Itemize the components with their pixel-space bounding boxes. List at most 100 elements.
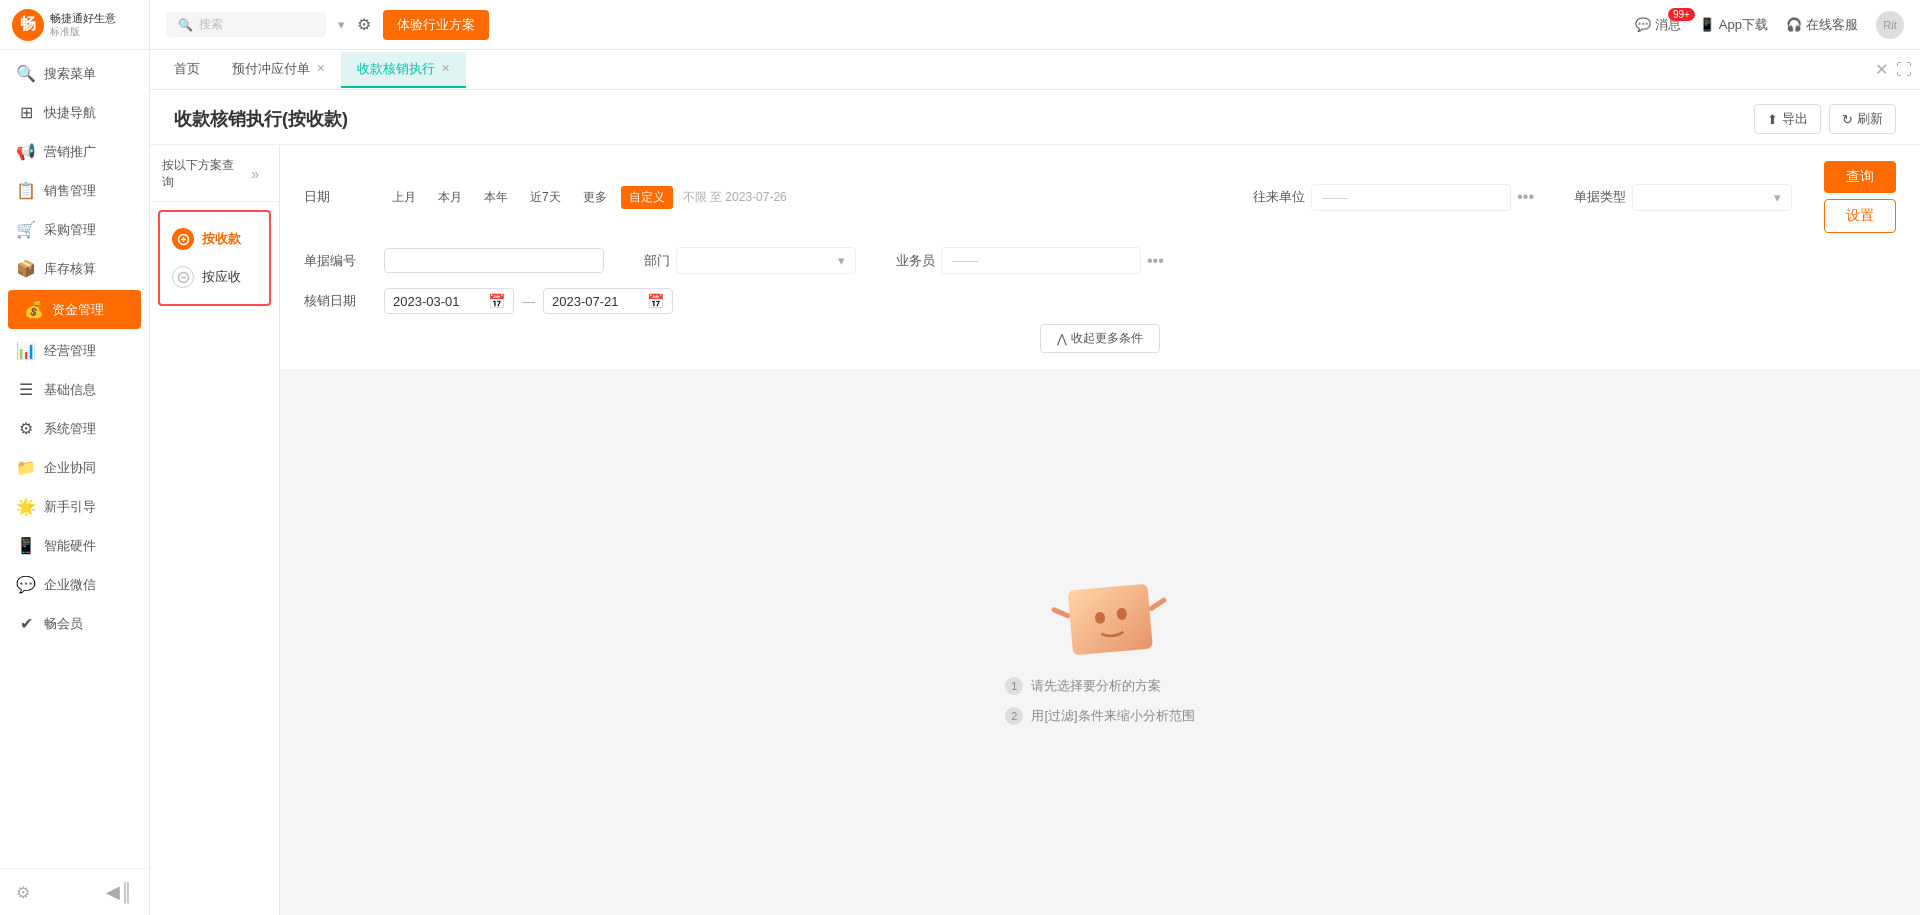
collapse-sidebar-btn[interactable]: ◀║ [106,881,133,903]
counterparty-field: 往来单位 —— ••• [1253,184,1534,211]
date-more-btn[interactable]: 更多 [575,186,615,209]
svg-rect-2 [1068,583,1153,655]
doc-type-select[interactable]: ▾ [1632,184,1792,211]
sidebar-item-label: 智能硬件 [44,537,96,555]
sidebar-item-enterprise[interactable]: 📁 企业协同 [0,448,149,487]
online-service-btn[interactable]: 🎧 在线客服 [1786,16,1858,34]
filter-section: 按收款 按应收 [158,210,271,306]
sidebar-item-inventory[interactable]: 📦 库存核算 [0,249,149,288]
enterprise-icon: 📁 [16,458,36,477]
empty-instructions: 1 请先选择要分析的方案 2 用[过滤]条件来缩小分析范围 [1005,677,1194,729]
prepay-tab-close[interactable]: ✕ [316,62,325,75]
filter-item-by-receivable[interactable]: 按应收 [160,258,269,296]
date-this-month-btn[interactable]: 本月 [430,186,470,209]
collection-verify-tab-label: 收款核销执行 [357,60,435,78]
logo-text: 畅捷通好生意 标准版 [50,11,116,38]
chevron-up-icon: ⋀ [1057,332,1067,346]
sidebar-item-search-menu[interactable]: 🔍 搜索菜单 [0,54,149,93]
sidebar-item-label: 基础信息 [44,381,96,399]
sidebar-item-label: 企业协同 [44,459,96,477]
hardware-icon: 📱 [16,536,36,555]
app-download-btn[interactable]: 📱 App下载 [1699,16,1768,34]
sidebar-item-label: 采购管理 [44,221,96,239]
header-left: 🔍 搜索 ▾ ⚙ 体验行业方案 [166,10,489,40]
search-action-btns: 查询 设置 [1824,161,1896,233]
empty-image [1050,557,1150,657]
staff-input[interactable]: —— [941,247,1141,274]
search-btn[interactable]: 查询 [1824,161,1896,193]
staff-more-btn[interactable]: ••• [1147,252,1164,270]
sidebar-item-marketing[interactable]: 📢 营销推广 [0,132,149,171]
verify-date-start[interactable]: 2023-03-01 📅 [384,288,514,314]
tab-home[interactable]: 首页 [158,52,216,88]
sidebar-item-system[interactable]: ⚙ 系统管理 [0,409,149,448]
sidebar-item-guide[interactable]: 🌟 新手引导 [0,487,149,526]
sidebar-item-finance[interactable]: 💰 资金管理 [8,290,141,329]
refresh-icon: ↻ [1842,112,1853,127]
finance-icon: 💰 [24,300,44,319]
mobile-icon: 📱 [1699,17,1715,32]
tab-prepay[interactable]: 预付冲应付单 ✕ [216,52,341,88]
settings-header-icon[interactable]: ⚙ [357,15,371,34]
main-area: 1 请先选择要分析的方案 2 用[过滤]条件来缩小分析范围 [280,370,1920,915]
sidebar-item-label: 新手引导 [44,498,96,516]
calendar-end-icon: 📅 [647,293,664,309]
collapse-conditions-row: ⋀ 收起更多条件 [304,324,1896,353]
date-prefix: 不限 至 2023-07-26 [683,189,787,206]
right-panel: 日期 上月 本月 本年 近7天 更多 自定义 不限 至 2023-07-26 往… [280,145,1920,915]
header-search-box[interactable]: 🔍 搜索 [166,12,326,37]
sidebar: 畅 畅捷通好生意 标准版 🔍 搜索菜单 ⊞ 快捷导航 📢 营销推广 📋 销售管理… [0,0,150,915]
operations-icon: 📊 [16,341,36,360]
collection-filter-icon [172,228,194,250]
filter-item-by-collection[interactable]: 按收款 [160,220,269,258]
form-row-1: 日期 上月 本月 本年 近7天 更多 自定义 不限 至 2023-07-26 往… [304,161,1896,233]
search-icon: 🔍 [178,18,193,32]
date-this-year-btn[interactable]: 本年 [476,186,516,209]
step-2-num: 2 [1005,707,1023,725]
close-tab-icon[interactable]: ✕ [1875,60,1888,79]
top-header: 🔍 搜索 ▾ ⚙ 体验行业方案 💬 消息 99+ 📱 App下载 🎧 在线客服 … [150,0,1920,50]
collection-tab-close[interactable]: ✕ [441,62,450,75]
sidebar-item-member[interactable]: ✔ 畅会员 [0,604,149,643]
sidebar-item-label: 销售管理 [44,182,96,200]
sidebar-item-hardware[interactable]: 📱 智能硬件 [0,526,149,565]
industry-solution-btn[interactable]: 体验行业方案 [383,10,489,40]
inventory-icon: 📦 [16,259,36,278]
settings-form-btn[interactable]: 设置 [1824,199,1896,233]
sidebar-item-wechat[interactable]: 💬 企业微信 [0,565,149,604]
date-custom-btn[interactable]: 自定义 [621,186,673,209]
export-btn[interactable]: ⬆ 导出 [1754,104,1821,134]
sidebar-item-basic-info[interactable]: ☰ 基础信息 [0,370,149,409]
collapse-conditions-btn[interactable]: ⋀ 收起更多条件 [1040,324,1160,353]
counterparty-more-btn[interactable]: ••• [1517,188,1534,206]
filter-collapse-btn[interactable]: » [243,162,267,186]
system-icon: ⚙ [16,419,36,438]
counterparty-input[interactable]: —— [1311,184,1511,211]
sidebar-item-sales[interactable]: 📋 销售管理 [0,171,149,210]
sidebar-item-operations[interactable]: 📊 经营管理 [0,331,149,370]
filter-panel-title: 按以下方案查询 [162,157,243,191]
tab-collection-verify[interactable]: 收款核销执行 ✕ [341,52,466,88]
home-tab-label: 首页 [174,60,200,78]
verify-date-range: 2023-03-01 📅 — 2023-07-21 📅 [384,288,673,314]
sidebar-item-purchase[interactable]: 🛒 采购管理 [0,210,149,249]
date-7days-btn[interactable]: 近7天 [522,186,569,209]
doc-no-label: 单据编号 [304,252,364,270]
date-last-month-btn[interactable]: 上月 [384,186,424,209]
doc-type-field: 单据类型 ▾ [1574,184,1792,211]
dropdown-icon[interactable]: ▾ [338,17,345,32]
refresh-btn[interactable]: ↻ 刷新 [1829,104,1896,134]
maximize-tab-icon[interactable]: ⛶ [1896,61,1912,79]
user-avatar[interactable]: Rit [1876,11,1904,39]
settings-footer-icon[interactable]: ⚙ [16,883,30,902]
doc-no-input[interactable] [384,248,604,273]
sidebar-item-label: 库存核算 [44,260,96,278]
page-header: 收款核销执行(按收款) ⬆ 导出 ↻ 刷新 [150,90,1920,145]
dept-select[interactable]: ▾ [676,247,856,274]
message-btn[interactable]: 💬 消息 99+ [1635,16,1681,34]
verify-date-end[interactable]: 2023-07-21 📅 [543,288,673,314]
sidebar-item-quick-nav[interactable]: ⊞ 快捷导航 [0,93,149,132]
msg-badge: 99+ [1668,8,1695,21]
step-2-text: 2 用[过滤]条件来缩小分析范围 [1005,707,1194,725]
app-download-label: App下载 [1719,16,1768,34]
